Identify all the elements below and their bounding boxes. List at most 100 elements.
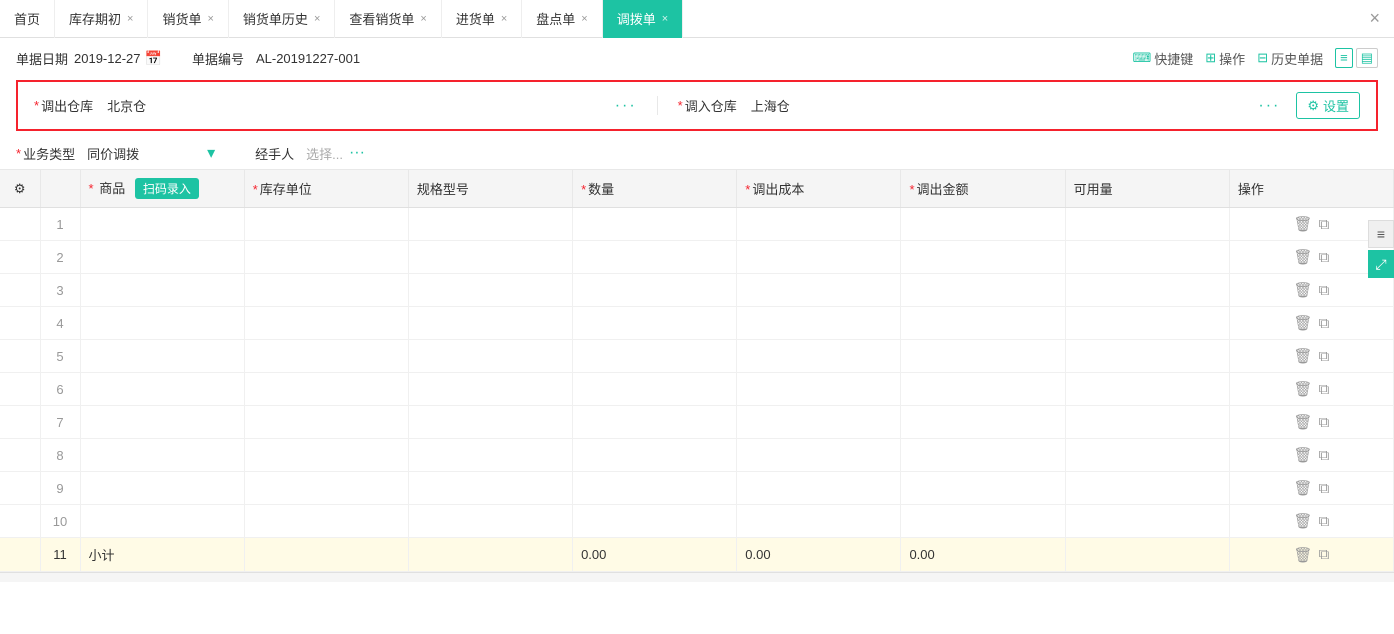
row-amount[interactable] (901, 241, 1065, 274)
tab-close-view-sales[interactable]: × (420, 13, 426, 25)
row-unit[interactable] (244, 439, 408, 472)
row-spec[interactable] (408, 274, 572, 307)
row-product[interactable] (80, 406, 244, 439)
tab-inventory-init[interactable]: 库存期初 × (55, 0, 148, 38)
row-unit[interactable] (244, 208, 408, 241)
row-delete-icon[interactable]: 🗑 (1294, 281, 1313, 299)
row-product[interactable] (80, 307, 244, 340)
scan-entry-btn[interactable]: 扫码录入 (135, 178, 199, 199)
transfer-out-more-btn[interactable]: ··· (615, 97, 637, 115)
row-delete-icon[interactable]: 🗑 (1294, 215, 1313, 233)
row-copy-icon[interactable]: ⧉ (1319, 447, 1330, 464)
row-available[interactable] (1065, 505, 1229, 538)
tab-transfer-order[interactable]: 调拨单 × (603, 0, 683, 38)
transfer-out-value[interactable]: 北京仓 (107, 96, 146, 115)
row-spec[interactable] (408, 307, 572, 340)
row-spec[interactable] (408, 406, 572, 439)
row-unit[interactable] (244, 406, 408, 439)
tab-close-inventory-init[interactable]: × (127, 13, 133, 25)
row-product[interactable] (80, 208, 244, 241)
operation-btn[interactable]: ⊞ 操作 (1205, 49, 1245, 68)
layout-grid-icon[interactable]: ▤ (1356, 48, 1378, 68)
row-copy-icon[interactable]: ⧉ (1319, 513, 1330, 530)
row-amount[interactable] (901, 340, 1065, 373)
tab-sales-order[interactable]: 销货单 × (148, 0, 228, 38)
row-copy-icon[interactable]: ⧉ (1319, 282, 1330, 299)
row-qty[interactable] (573, 307, 737, 340)
row-available[interactable] (1065, 373, 1229, 406)
row-cost[interactable] (737, 274, 901, 307)
row-available[interactable] (1065, 472, 1229, 505)
row-qty[interactable] (573, 505, 737, 538)
row-copy-icon[interactable]: ⧉ (1319, 249, 1330, 266)
row-cost[interactable] (737, 373, 901, 406)
row-cost[interactable] (737, 208, 901, 241)
row-spec[interactable] (408, 439, 572, 472)
row-cost[interactable] (737, 241, 901, 274)
tab-close-transfer-order[interactable]: × (662, 13, 668, 25)
row-product[interactable] (80, 472, 244, 505)
tab-purchase-order[interactable]: 进货单 × (442, 0, 522, 38)
horizontal-scrollbar[interactable] (0, 572, 1394, 582)
tab-close-sales-history[interactable]: × (314, 13, 320, 25)
row-unit[interactable] (244, 373, 408, 406)
settings-btn[interactable]: ⚙ 设置 (1296, 92, 1360, 119)
row-unit[interactable] (244, 274, 408, 307)
transfer-in-value[interactable]: 上海仓 (751, 96, 790, 115)
row-spec[interactable] (408, 505, 572, 538)
row-available[interactable] (1065, 241, 1229, 274)
row-spec[interactable] (408, 340, 572, 373)
row-available[interactable] (1065, 439, 1229, 472)
history-btn[interactable]: ⊟ 历史单据 (1257, 49, 1323, 68)
layout-toggle[interactable]: ≡ ▤ (1335, 48, 1378, 68)
tab-sales-history[interactable]: 销货单历史 × (229, 0, 335, 38)
handler-input[interactable]: 选择... (306, 144, 343, 163)
tab-inventory-check[interactable]: 盘点单 × (522, 0, 602, 38)
row-unit[interactable] (244, 340, 408, 373)
row-cost[interactable] (737, 307, 901, 340)
row-qty[interactable] (573, 439, 737, 472)
row-qty[interactable] (573, 274, 737, 307)
transfer-in-more-btn[interactable]: ··· (1258, 97, 1280, 115)
row-cost[interactable] (737, 406, 901, 439)
tab-bar-close[interactable]: × (1355, 0, 1394, 37)
row-qty[interactable] (573, 241, 737, 274)
shortcut-btn[interactable]: ⌨ 快捷键 (1132, 49, 1193, 68)
business-type-value[interactable]: 同价调拨 (87, 144, 207, 163)
row-delete-icon[interactable]: 🗑 (1294, 314, 1313, 332)
row-spec[interactable] (408, 373, 572, 406)
row-unit[interactable] (244, 307, 408, 340)
calendar-icon[interactable]: 📅 (145, 50, 162, 67)
row-copy-icon[interactable]: ⧉ (1319, 348, 1330, 365)
tab-close-sales-order[interactable]: × (207, 13, 213, 25)
row-unit[interactable] (244, 472, 408, 505)
float-list-btn[interactable]: ≡ (1368, 220, 1394, 248)
tab-close-purchase-order[interactable]: × (501, 13, 507, 25)
row-available[interactable] (1065, 340, 1229, 373)
row-amount[interactable] (901, 406, 1065, 439)
row-product[interactable] (80, 274, 244, 307)
business-type-dropdown-icon[interactable]: ▾ (207, 143, 215, 163)
row-delete-icon[interactable]: 🗑 (1294, 446, 1313, 464)
row-amount[interactable] (901, 208, 1065, 241)
row-cost[interactable] (737, 439, 901, 472)
row-product[interactable] (80, 439, 244, 472)
row-product[interactable] (80, 373, 244, 406)
float-expand-btn[interactable]: ⤢ (1368, 250, 1394, 278)
subtotal-copy-icon[interactable]: ⧉ (1319, 546, 1330, 563)
row-qty[interactable] (573, 208, 737, 241)
row-amount[interactable] (901, 274, 1065, 307)
row-copy-icon[interactable]: ⧉ (1319, 216, 1330, 233)
row-available[interactable] (1065, 208, 1229, 241)
row-amount[interactable] (901, 505, 1065, 538)
row-delete-icon[interactable]: 🗑 (1294, 512, 1313, 530)
row-spec[interactable] (408, 472, 572, 505)
row-amount[interactable] (901, 307, 1065, 340)
row-copy-icon[interactable]: ⧉ (1319, 315, 1330, 332)
row-delete-icon[interactable]: 🗑 (1294, 413, 1313, 431)
row-qty[interactable] (573, 340, 737, 373)
row-delete-icon[interactable]: 🗑 (1294, 479, 1313, 497)
layout-list-icon[interactable]: ≡ (1335, 48, 1353, 68)
row-unit[interactable] (244, 241, 408, 274)
row-available[interactable] (1065, 274, 1229, 307)
